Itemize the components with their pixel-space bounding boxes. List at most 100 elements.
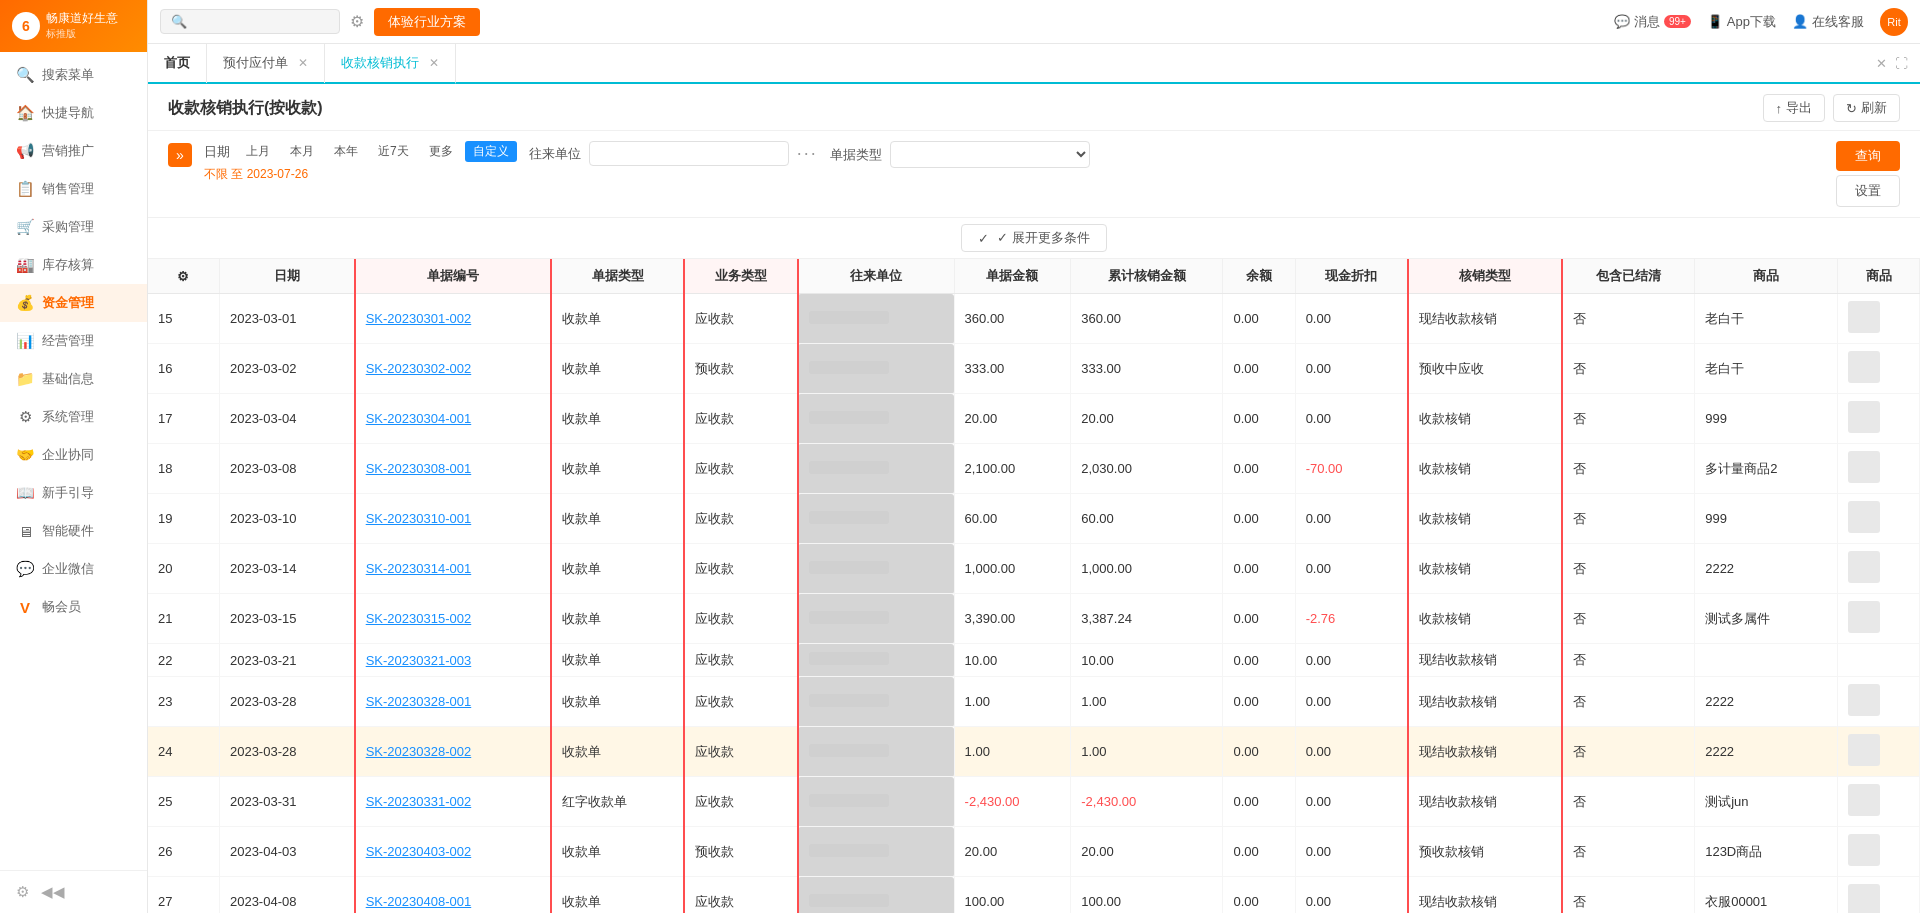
- cell-doc-no[interactable]: SK-20230304-001: [355, 394, 551, 444]
- sidebar-item-guide[interactable]: 📖 新手引导: [0, 474, 147, 512]
- topbar-search[interactable]: 🔍: [160, 9, 340, 34]
- sidebar-item-hardware[interactable]: 🖥 智能硬件: [0, 512, 147, 550]
- expand-more-icon: ✓: [978, 231, 989, 246]
- user-avatar[interactable]: Rit: [1880, 8, 1908, 36]
- sidebar-item-operation[interactable]: 📊 经营管理: [0, 322, 147, 360]
- tab-receipt[interactable]: 收款核销执行 ✕: [325, 44, 456, 84]
- date-last-month[interactable]: 上月: [238, 141, 278, 162]
- content-area: 收款核销执行(按收款) ↑ 导出 ↻ 刷新 » 日期 上月: [148, 84, 1920, 913]
- export-btn[interactable]: ↑ 导出: [1763, 94, 1826, 122]
- settings-bottom-icon[interactable]: ⚙: [16, 883, 29, 901]
- topbar-gear-icon[interactable]: ⚙: [350, 12, 364, 31]
- cell-cash-discount: 0.00: [1295, 294, 1408, 344]
- partner-input[interactable]: [589, 141, 789, 166]
- sidebar-item-member[interactable]: V 畅会员: [0, 588, 147, 626]
- filter-date-row: 日期 上月 本月 本年 近7天 更多 自定义: [204, 141, 517, 162]
- cell-goods-img: [1838, 494, 1920, 544]
- content-header: 收款核销执行(按收款) ↑ 导出 ↻ 刷新: [148, 84, 1920, 131]
- tab-home-label: 首页: [164, 54, 190, 72]
- date-7days[interactable]: 近7天: [370, 141, 417, 162]
- cell-doc-no[interactable]: SK-20230314-001: [355, 544, 551, 594]
- service-item[interactable]: 👤 在线客服: [1792, 13, 1864, 31]
- col-settings[interactable]: ⚙: [148, 259, 219, 294]
- cell-doc-no[interactable]: SK-20230301-002: [355, 294, 551, 344]
- cell-doc-no[interactable]: SK-20230403-002: [355, 827, 551, 877]
- enterprise-icon: 🤝: [16, 446, 34, 464]
- cell-doc-no[interactable]: SK-20230308-001: [355, 444, 551, 494]
- basic-icon: 📁: [16, 370, 34, 388]
- tab-prepay[interactable]: 预付应付单 ✕: [207, 43, 325, 83]
- table-row: 202023-03-14SK-20230314-001收款单应收款1,000.0…: [148, 544, 1920, 594]
- sidebar-item-purchase[interactable]: 🛒 采购管理: [0, 208, 147, 246]
- system-icon: ⚙: [16, 408, 34, 426]
- sidebar-item-capital[interactable]: 💰 资金管理: [0, 284, 147, 322]
- col-biz-type: 业务类型: [684, 259, 798, 294]
- sidebar-item-search[interactable]: 🔍 搜索菜单: [0, 56, 147, 94]
- filter-settings-btn[interactable]: 设置: [1836, 175, 1900, 207]
- tab-home[interactable]: 首页: [148, 43, 207, 83]
- cell-no: 15: [148, 294, 219, 344]
- message-badge: 99+: [1664, 15, 1691, 28]
- tab-receipt-close[interactable]: ✕: [429, 56, 439, 70]
- message-item[interactable]: 💬 消息 99+: [1614, 13, 1691, 31]
- cell-doc-no[interactable]: SK-20230321-003: [355, 644, 551, 677]
- date-this-year[interactable]: 本年: [326, 141, 366, 162]
- cell-doc-no[interactable]: SK-20230302-002: [355, 344, 551, 394]
- cell-doc-no[interactable]: SK-20230408-001: [355, 877, 551, 914]
- filter-bar: » 日期 上月 本月 本年 近7天 更多 自定义 不限 至 2023-07-26: [148, 131, 1920, 218]
- cell-doc-no[interactable]: SK-20230328-002: [355, 727, 551, 777]
- cell-goods-img: [1838, 444, 1920, 494]
- sidebar-item-system[interactable]: ⚙ 系统管理: [0, 398, 147, 436]
- cell-goods-img: [1838, 727, 1920, 777]
- doc-type-select[interactable]: [890, 141, 1090, 168]
- query-btn[interactable]: 查询: [1836, 141, 1900, 171]
- expand-more-btn[interactable]: ✓ ✓ 展开更多条件: [961, 224, 1107, 252]
- cell-include-settled: 否: [1562, 677, 1695, 727]
- cell-balance: 0.00: [1223, 494, 1295, 544]
- close-all-icon[interactable]: ✕: [1876, 56, 1887, 71]
- sidebar-item-marketing[interactable]: 📢 营销推广: [0, 132, 147, 170]
- cell-cumulative: 20.00: [1071, 394, 1223, 444]
- cell-doc-no[interactable]: SK-20230328-001: [355, 677, 551, 727]
- sidebar-item-quick[interactable]: 🏠 快捷导航: [0, 94, 147, 132]
- tab-prepay-close[interactable]: ✕: [298, 56, 308, 70]
- sidebar-item-label: 销售管理: [42, 180, 94, 198]
- cell-biz-type: 应收款: [684, 294, 798, 344]
- collapse-icon[interactable]: ◀◀: [41, 883, 65, 901]
- sidebar-item-label: 系统管理: [42, 408, 94, 426]
- cell-cumulative: 1.00: [1071, 677, 1223, 727]
- cell-doc-no[interactable]: SK-20230331-002: [355, 777, 551, 827]
- refresh-btn[interactable]: ↻ 刷新: [1833, 94, 1900, 122]
- cell-goods-img: [1838, 677, 1920, 727]
- cell-doc-type: 收款单: [551, 444, 685, 494]
- cell-amount: 60.00: [954, 494, 1071, 544]
- date-more[interactable]: 更多: [421, 141, 461, 162]
- expand-icon[interactable]: ⛶: [1895, 56, 1908, 71]
- sidebar-item-basic[interactable]: 📁 基础信息: [0, 360, 147, 398]
- cell-date: 2023-03-31: [219, 777, 354, 827]
- app-item[interactable]: 📱 App下载: [1707, 13, 1776, 31]
- cell-doc-type: 收款单: [551, 344, 685, 394]
- solution-btn[interactable]: 体验行业方案: [374, 8, 480, 36]
- cell-doc-no[interactable]: SK-20230310-001: [355, 494, 551, 544]
- cell-include-settled: 否: [1562, 594, 1695, 644]
- cell-doc-no[interactable]: SK-20230315-002: [355, 594, 551, 644]
- cell-amount: 360.00: [954, 294, 1071, 344]
- date-custom[interactable]: 自定义: [465, 141, 517, 162]
- filter-partner-row: 往来单位 ···: [529, 141, 818, 166]
- cell-partner: [798, 344, 954, 394]
- cell-balance: 0.00: [1223, 294, 1295, 344]
- sidebar-item-sales[interactable]: 📋 销售管理: [0, 170, 147, 208]
- cell-cumulative: 3,387.24: [1071, 594, 1223, 644]
- sidebar-item-stock[interactable]: 🏭 库存核算: [0, 246, 147, 284]
- sidebar-item-enterprise[interactable]: 🤝 企业协同: [0, 436, 147, 474]
- date-this-month[interactable]: 本月: [282, 141, 322, 162]
- cell-biz-type: 应收款: [684, 494, 798, 544]
- header-actions: ↑ 导出 ↻ 刷新: [1763, 94, 1901, 122]
- sidebar-item-wechat[interactable]: 💬 企业微信: [0, 550, 147, 588]
- filter-expand-btn[interactable]: »: [168, 143, 192, 167]
- table-container[interactable]: ⚙ 日期 单据编号 单据类型 业务类型 往来单位 单据金额 累计核销金额 余额 …: [148, 259, 1920, 913]
- cell-cancel-type: 收款核销: [1408, 394, 1562, 444]
- col-goods: 商品: [1695, 259, 1838, 294]
- cell-balance: 0.00: [1223, 727, 1295, 777]
